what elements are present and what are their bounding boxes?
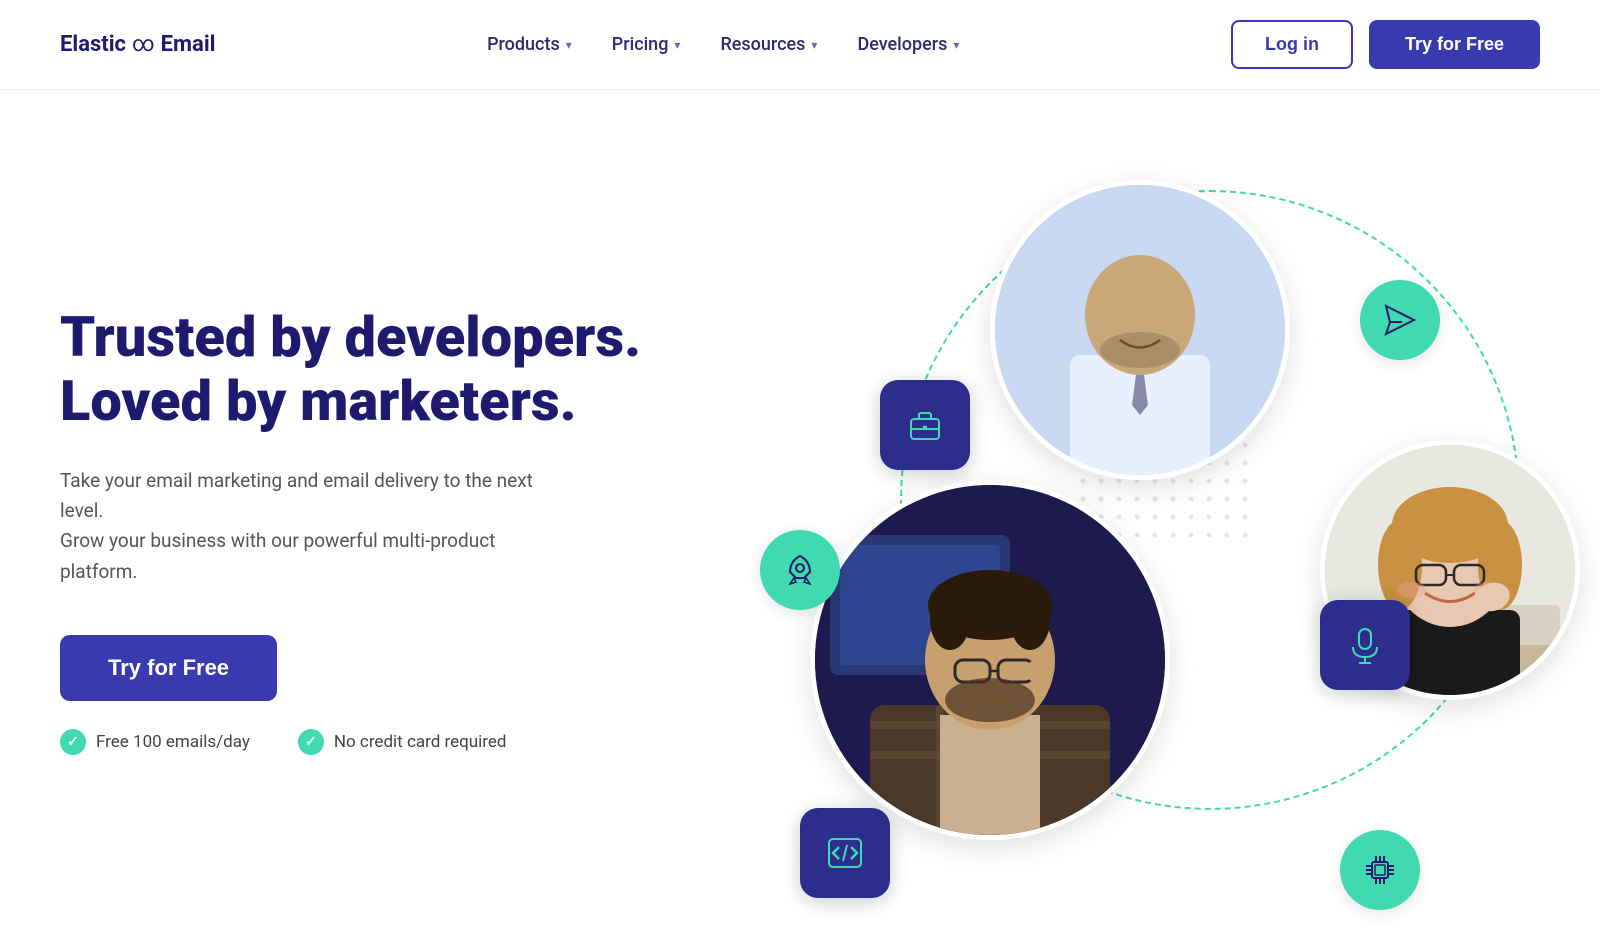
- logo[interactable]: Elastic ∞ Email: [60, 32, 215, 57]
- person-top-image: [995, 185, 1285, 475]
- chevron-down-icon: ▾: [811, 38, 817, 52]
- hero-badges: ✓ Free 100 emails/day ✓ No credit card r…: [60, 729, 660, 755]
- nav-item-resources[interactable]: Resources ▾: [720, 34, 817, 55]
- chip-icon-circle: [1340, 830, 1420, 910]
- check-icon-emails: ✓: [60, 729, 86, 755]
- badge-emails: ✓ Free 100 emails/day: [60, 729, 250, 755]
- rocket-icon-circle: [760, 530, 840, 610]
- navbar: Elastic ∞ Email Products ▾ Pricing ▾ Res…: [0, 0, 1600, 90]
- code-icon-square: [800, 808, 890, 898]
- microphone-icon: [1345, 625, 1385, 665]
- badge-emails-text: Free 100 emails/day: [96, 732, 250, 752]
- try-for-free-button-hero[interactable]: Try for Free: [60, 635, 277, 701]
- nav-item-pricing[interactable]: Pricing ▾: [612, 34, 681, 55]
- rocket-icon: [782, 552, 818, 588]
- send-icon: [1382, 302, 1418, 338]
- chevron-down-icon: ▾: [566, 38, 572, 52]
- chevron-down-icon: ▾: [674, 38, 680, 52]
- hero-illustration: [700, 150, 1540, 910]
- send-icon-circle: [1360, 280, 1440, 360]
- nav-item-developers[interactable]: Developers ▾: [857, 34, 959, 55]
- badge-no-card: ✓ No credit card required: [298, 729, 507, 755]
- logo-text-part1: Elastic: [60, 32, 126, 57]
- nav-link-pricing[interactable]: Pricing ▾: [612, 34, 681, 55]
- logo-text-part2: Email: [161, 32, 216, 57]
- nav-link-resources[interactable]: Resources ▾: [720, 34, 817, 55]
- logo-icon: ∞: [132, 32, 155, 57]
- nav-link-products[interactable]: Products ▾: [487, 34, 572, 55]
- hero-subtitle: Take your email marketing and email deli…: [60, 466, 560, 588]
- hero-section: Trusted by developers. Loved by marketer…: [0, 90, 1600, 950]
- chip-icon: [1362, 852, 1398, 888]
- briefcase-icon-square: [880, 380, 970, 470]
- login-button[interactable]: Log in: [1231, 20, 1353, 69]
- code-icon: [825, 833, 865, 873]
- briefcase-icon: [905, 405, 945, 445]
- person-bottom-left: [810, 480, 1170, 840]
- person-bottom-left-image: [815, 485, 1165, 835]
- try-for-free-button-nav[interactable]: Try for Free: [1369, 20, 1540, 69]
- nav-links: Products ▾ Pricing ▾ Resources ▾ Develop…: [487, 34, 959, 55]
- check-icon-no-card: ✓: [298, 729, 324, 755]
- hero-content: Trusted by developers. Loved by marketer…: [60, 305, 660, 755]
- person-top: [990, 180, 1290, 480]
- microphone-icon-square: [1320, 600, 1410, 690]
- hero-title: Trusted by developers. Loved by marketer…: [60, 305, 660, 434]
- chevron-down-icon: ▾: [953, 38, 959, 52]
- badge-no-card-text: No credit card required: [334, 732, 507, 752]
- nav-link-developers[interactable]: Developers ▾: [857, 34, 959, 55]
- nav-item-products[interactable]: Products ▾: [487, 34, 572, 55]
- nav-actions: Log in Try for Free: [1231, 20, 1540, 69]
